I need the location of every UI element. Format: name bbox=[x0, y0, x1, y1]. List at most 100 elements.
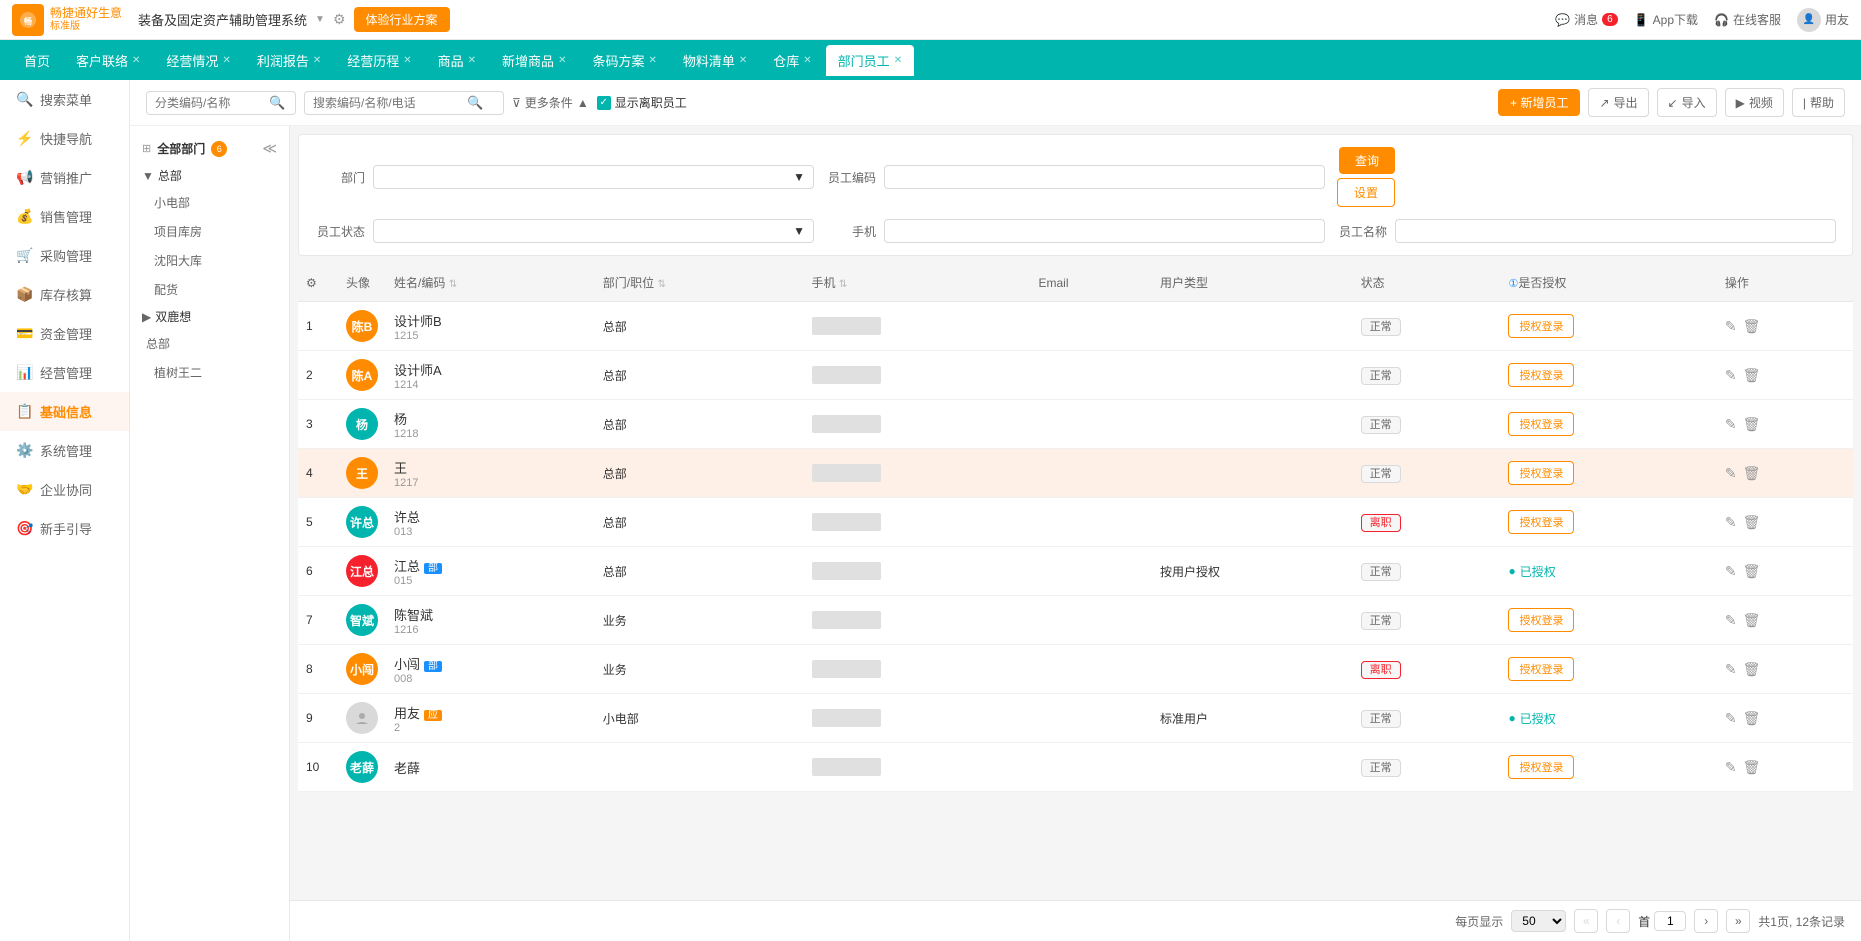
sidebar-item-marketing[interactable]: 📢 营销推广 bbox=[0, 158, 129, 197]
query-button[interactable]: 查询 bbox=[1339, 147, 1395, 174]
video-button[interactable]: ▶ 视频 bbox=[1725, 88, 1784, 117]
edit-btn[interactable]: ✎ bbox=[1725, 514, 1737, 531]
app-download-btn[interactable]: 📱 App下载 bbox=[1634, 11, 1698, 28]
edit-btn[interactable]: ✎ bbox=[1725, 612, 1737, 629]
auth-btn[interactable]: 授权登录 bbox=[1508, 461, 1574, 485]
close-icon[interactable]: ✕ bbox=[648, 55, 656, 66]
dept-item-zongbu2[interactable]: 总部 bbox=[130, 329, 289, 358]
user-area[interactable]: 👤 用友 bbox=[1797, 8, 1849, 32]
sidebar-item-inventory[interactable]: 📦 库存核算 bbox=[0, 275, 129, 314]
auth-btn[interactable]: 授权登录 bbox=[1508, 755, 1574, 779]
dept-search-icon[interactable]: 🔍 bbox=[269, 95, 285, 111]
edit-btn[interactable]: ✎ bbox=[1725, 465, 1737, 482]
filter-empname-input[interactable] bbox=[1395, 219, 1836, 243]
collapse-icon[interactable]: ≪ bbox=[262, 140, 277, 157]
edit-btn[interactable]: ✎ bbox=[1725, 710, 1737, 727]
sidebar-item-guide[interactable]: 🎯 新手引导 bbox=[0, 509, 129, 548]
sidebar-item-enterprise[interactable]: 🤝 企业协同 bbox=[0, 470, 129, 509]
auth-btn[interactable]: 授权登录 bbox=[1508, 657, 1574, 681]
sidebar-item-search[interactable]: 🔍 搜索菜单 bbox=[0, 80, 129, 119]
edit-btn[interactable]: ✎ bbox=[1725, 318, 1737, 335]
auth-btn[interactable]: 授权登录 bbox=[1508, 314, 1574, 338]
auth-btn[interactable]: 授权登录 bbox=[1508, 510, 1574, 534]
close-icon[interactable]: ✕ bbox=[803, 55, 811, 66]
dept-item-zhishu[interactable]: 植树王二 bbox=[130, 358, 289, 387]
sidebar-item-sales[interactable]: 💰 销售管理 bbox=[0, 197, 129, 236]
sidebar-item-quicknav[interactable]: ⚡ 快捷导航 bbox=[0, 119, 129, 158]
sidebar-item-finance[interactable]: 💳 资金管理 bbox=[0, 314, 129, 353]
next-page-btn[interactable]: › bbox=[1694, 909, 1718, 933]
tab-operations[interactable]: 经营情况 ✕ bbox=[154, 45, 242, 76]
online-service-btn[interactable]: 🎧 在线客服 bbox=[1714, 11, 1781, 28]
delete-btn[interactable]: 🗑 bbox=[1743, 612, 1761, 629]
filter-dept-select[interactable]: ▼ bbox=[373, 165, 814, 189]
last-page-btn[interactable]: » bbox=[1726, 909, 1750, 933]
dept-item-shuanglu[interactable]: ▶ 双鹿想 bbox=[130, 304, 289, 329]
col-name[interactable]: 姓名/编码 ⇅ bbox=[386, 264, 595, 302]
dept-item-peihuo[interactable]: 配货 bbox=[130, 275, 289, 304]
prev-page-btn[interactable]: ‹ bbox=[1606, 909, 1630, 933]
filter-phone-input[interactable] bbox=[884, 219, 1325, 243]
more-filter-btn[interactable]: ⊽ 更多条件 ▲ bbox=[512, 94, 589, 111]
tab-employees[interactable]: 部门员工 ✕ bbox=[826, 45, 914, 76]
close-icon[interactable]: ✕ bbox=[222, 55, 230, 66]
show-inactive-toggle[interactable]: ✓ 显示离职员工 bbox=[597, 94, 687, 111]
gear-icon[interactable]: ⚙ bbox=[333, 11, 346, 28]
tab-bom[interactable]: 物料清单 ✕ bbox=[671, 45, 759, 76]
tab-customer[interactable]: 客户联络 ✕ bbox=[64, 45, 152, 76]
delete-btn[interactable]: 🗑 bbox=[1743, 759, 1761, 776]
delete-btn[interactable]: 🗑 bbox=[1743, 661, 1761, 678]
col-dept[interactable]: 部门/职位 ⇅ bbox=[595, 264, 804, 302]
add-employee-button[interactable]: + 新增员工 bbox=[1498, 89, 1580, 116]
delete-btn[interactable]: 🗑 bbox=[1743, 563, 1761, 580]
sidebar-item-basic[interactable]: 📋 基础信息 bbox=[0, 392, 129, 431]
first-page-btn[interactable]: « bbox=[1574, 909, 1598, 933]
reset-button[interactable]: 设置 bbox=[1337, 178, 1395, 207]
close-icon[interactable]: ✕ bbox=[468, 55, 476, 66]
page-input[interactable] bbox=[1654, 911, 1686, 931]
sidebar-item-ops[interactable]: 📊 经营管理 bbox=[0, 353, 129, 392]
all-dept-label[interactable]: ⊞ 全部部门 6 bbox=[142, 140, 227, 157]
sidebar-item-purchase[interactable]: 🛒 采购管理 bbox=[0, 236, 129, 275]
settings-icon[interactable]: ⚙ bbox=[306, 276, 317, 290]
edit-btn[interactable]: ✎ bbox=[1725, 563, 1737, 580]
delete-btn[interactable]: 🗑 bbox=[1743, 318, 1761, 335]
dept-item-xiaodiandu[interactable]: 小电部 bbox=[130, 188, 289, 217]
edit-btn[interactable]: ✎ bbox=[1725, 367, 1737, 384]
tab-add-goods[interactable]: 新增商品 ✕ bbox=[490, 45, 578, 76]
tab-barcode[interactable]: 条码方案 ✕ bbox=[580, 45, 668, 76]
edit-btn[interactable]: ✎ bbox=[1725, 661, 1737, 678]
import-button[interactable]: ↙ 导入 bbox=[1657, 88, 1717, 117]
dept-item-shenyang[interactable]: 沈阳大库 bbox=[130, 246, 289, 275]
edit-btn[interactable]: ✎ bbox=[1725, 416, 1737, 433]
tab-profit[interactable]: 利润报告 ✕ bbox=[245, 45, 333, 76]
auth-btn[interactable]: 授权登录 bbox=[1508, 363, 1574, 387]
trial-button[interactable]: 体验行业方案 bbox=[354, 7, 450, 32]
col-settings[interactable]: ⚙ bbox=[298, 264, 338, 302]
close-icon[interactable]: ✕ bbox=[558, 55, 566, 66]
edit-btn[interactable]: ✎ bbox=[1725, 759, 1737, 776]
help-button[interactable]: | 帮助 bbox=[1792, 88, 1845, 117]
delete-btn[interactable]: 🗑 bbox=[1743, 710, 1761, 727]
emp-search-input[interactable] bbox=[313, 96, 463, 110]
delete-btn[interactable]: 🗑 bbox=[1743, 514, 1761, 531]
tab-warehouse[interactable]: 仓库 ✕ bbox=[761, 45, 823, 76]
auth-btn[interactable]: 授权登录 bbox=[1508, 608, 1574, 632]
auth-btn[interactable]: 授权登录 bbox=[1508, 412, 1574, 436]
tab-history[interactable]: 经营历程 ✕ bbox=[335, 45, 423, 76]
delete-btn[interactable]: 🗑 bbox=[1743, 367, 1761, 384]
close-icon[interactable]: ✕ bbox=[894, 55, 902, 66]
sidebar-item-system[interactable]: ⚙️ 系统管理 bbox=[0, 431, 129, 470]
export-button[interactable]: ↗ 导出 bbox=[1588, 88, 1648, 117]
close-icon[interactable]: ✕ bbox=[313, 55, 321, 66]
close-icon[interactable]: ✕ bbox=[132, 55, 140, 66]
dept-item-zongbu-header[interactable]: ▼ 总部 bbox=[130, 163, 289, 188]
close-icon[interactable]: ✕ bbox=[403, 55, 411, 66]
delete-btn[interactable]: 🗑 bbox=[1743, 465, 1761, 482]
filter-empcode-input[interactable] bbox=[884, 165, 1325, 189]
tab-goods[interactable]: 商品 ✕ bbox=[426, 45, 488, 76]
emp-search-icon[interactable]: 🔍 bbox=[467, 95, 483, 111]
message-btn[interactable]: 💬 消息 6 bbox=[1555, 11, 1618, 28]
dept-item-project[interactable]: 项目库房 bbox=[130, 217, 289, 246]
col-phone[interactable]: 手机 ⇅ bbox=[804, 264, 1031, 302]
